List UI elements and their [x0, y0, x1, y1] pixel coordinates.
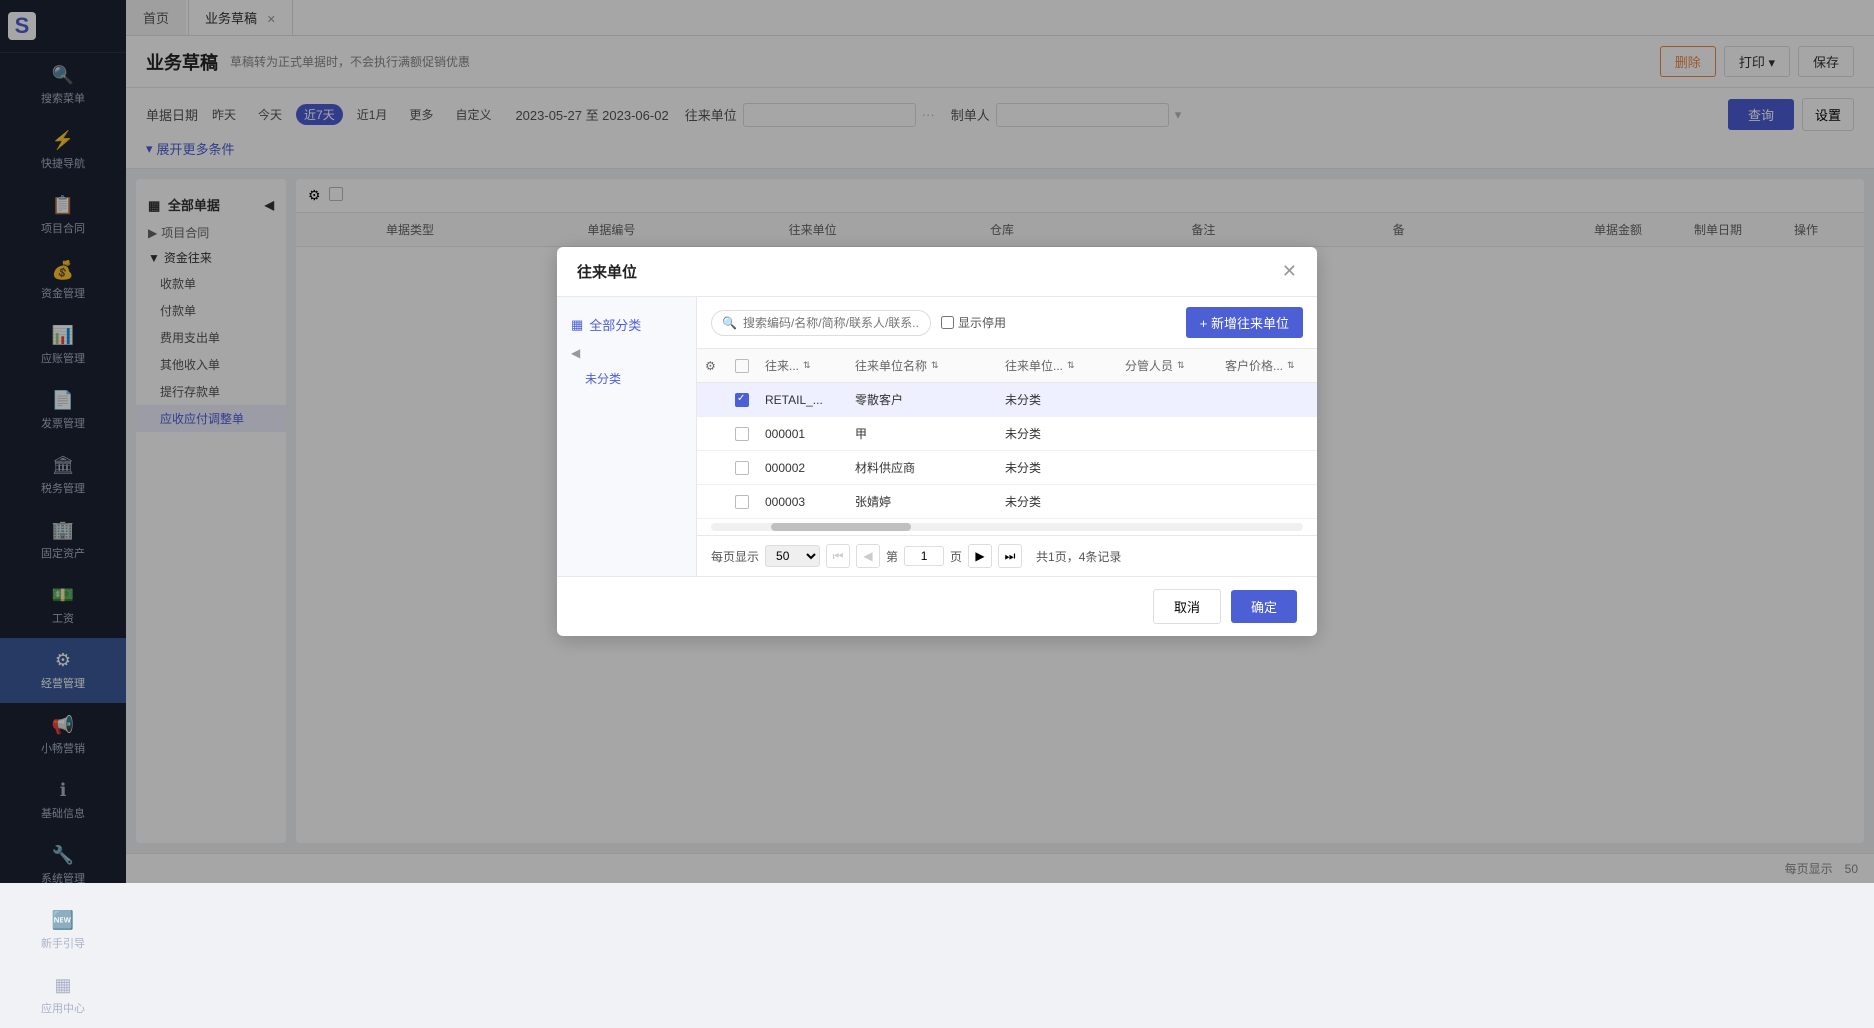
row3-check[interactable]	[727, 451, 757, 484]
row1-name: 零散客户	[847, 383, 997, 416]
per-page-label: 每页显示	[711, 548, 759, 565]
new-partner-button[interactable]: + 新增往来单位	[1186, 307, 1303, 338]
dialog-table: ⚙ 往来... ⇅ 往来单位名称 ⇅ 往来单位... ⇅	[697, 349, 1317, 519]
total-records: 共1页，4条记录	[1036, 548, 1121, 565]
row3-name: 材料供应商	[847, 451, 997, 484]
dialog-th-name: 往来单位名称 ⇅	[847, 349, 997, 382]
sort-icon-cat: ⇅	[1067, 360, 1075, 371]
dialog-footer: 取消 确定	[557, 576, 1317, 636]
row4-price	[1217, 485, 1317, 518]
sort-icon-name: ⇅	[931, 360, 939, 371]
row1-category: 未分类	[997, 383, 1117, 416]
row1-check[interactable]	[727, 383, 757, 416]
search-icon: 🔍	[722, 316, 737, 330]
dialog-header: 往来单位 ✕	[557, 247, 1317, 297]
dialog-th-category: 往来单位... ⇅	[997, 349, 1117, 382]
sidebar-item-guide-label: 新手引导	[41, 935, 85, 951]
table-row[interactable]: 000001 甲 未分类	[697, 417, 1317, 451]
dialog-close-button[interactable]: ✕	[1282, 261, 1297, 282]
table-row[interactable]: 000002 材料供应商 未分类	[697, 451, 1317, 485]
row3-category: 未分类	[997, 451, 1117, 484]
dialog-search-container: 🔍	[711, 310, 931, 336]
row2-name: 甲	[847, 417, 997, 450]
row1-price	[1217, 383, 1317, 416]
dialog-search-bar: 🔍 显示停用 + 新增往来单位	[697, 297, 1317, 349]
row4-check[interactable]	[727, 485, 757, 518]
sidebar-item-guide[interactable]: 🆕 新手引导	[0, 898, 126, 963]
collapse-left-icon[interactable]: ◀	[571, 346, 580, 360]
row3-price	[1217, 451, 1317, 484]
page-label: 第	[886, 548, 898, 565]
dialog-th-code: 往来... ⇅	[757, 349, 847, 382]
dialog-table-header: ⚙ 往来... ⇅ 往来单位名称 ⇅ 往来单位... ⇅	[697, 349, 1317, 383]
next-page-btn[interactable]: ▶	[968, 544, 992, 568]
row2-price	[1217, 417, 1317, 450]
row4-category: 未分类	[997, 485, 1117, 518]
dialog-title: 往来单位	[577, 261, 637, 282]
row2-settings	[697, 417, 727, 450]
show-disabled-label[interactable]: 显示停用	[941, 314, 1006, 331]
dialog-left-unclassified[interactable]: 未分类	[557, 364, 696, 393]
guide-icon: 🆕	[52, 910, 74, 931]
row4-name: 张婧婷	[847, 485, 997, 518]
sidebar-item-appcenter-label: 应用中心	[41, 1000, 85, 1016]
sort-icon-mgr: ⇅	[1177, 360, 1185, 371]
dialog-body: ▦ 全部分类 ◀ 未分类 🔍	[557, 297, 1317, 576]
row2-check[interactable]	[727, 417, 757, 450]
partner-dialog: 往来单位 ✕ ▦ 全部分类 ◀ 未分类	[557, 247, 1317, 636]
dialog-th-settings: ⚙	[697, 349, 727, 382]
row3-code: 000002	[757, 451, 847, 484]
dialog-left-panel: ▦ 全部分类 ◀ 未分类	[557, 297, 697, 576]
last-page-btn[interactable]: ⏭	[998, 544, 1022, 568]
dialog-left-all[interactable]: ▦ 全部分类	[557, 307, 696, 342]
confirm-button[interactable]: 确定	[1231, 590, 1297, 623]
dialog-overlay: 往来单位 ✕ ▦ 全部分类 ◀ 未分类	[0, 0, 1874, 883]
dialog-th-manager: 分管人员 ⇅	[1117, 349, 1217, 382]
table-row[interactable]: RETAIL_... 零散客户 未分类	[697, 383, 1317, 417]
cancel-button[interactable]: 取消	[1153, 589, 1221, 624]
row2-manager	[1117, 417, 1217, 450]
dialog-search-input[interactable]	[743, 316, 918, 330]
dialog-pagination: 每页显示 50 100 200 ⏮ ◀ 第 页 ▶ ⏭ 共1页，4条记录	[697, 535, 1317, 576]
row2-category: 未分类	[997, 417, 1117, 450]
dialog-th-price: 客户价格... ⇅	[1217, 349, 1317, 382]
first-page-btn[interactable]: ⏮	[826, 544, 850, 568]
show-disabled-checkbox[interactable]	[941, 316, 954, 329]
grid-icon-left: ▦	[571, 317, 583, 333]
row4-settings	[697, 485, 727, 518]
row3-manager	[1117, 451, 1217, 484]
prev-page-btn[interactable]: ◀	[856, 544, 880, 568]
scrollbar-thumb[interactable]	[771, 523, 911, 531]
row2-code: 000001	[757, 417, 847, 450]
sidebar-item-appcenter[interactable]: ▦ 应用中心	[0, 963, 126, 1028]
row1-code: RETAIL_...	[757, 383, 847, 416]
table-row[interactable]: 000003 张婧婷 未分类	[697, 485, 1317, 519]
dialog-right-panel: 🔍 显示停用 + 新增往来单位 ⚙ 往来...	[697, 297, 1317, 576]
per-page-select[interactable]: 50 100 200	[765, 545, 820, 567]
page-input[interactable]	[904, 546, 944, 566]
row4-manager	[1117, 485, 1217, 518]
row1-settings	[697, 383, 727, 416]
row1-manager	[1117, 383, 1217, 416]
dialog-th-check	[727, 349, 757, 382]
sort-icon-price: ⇅	[1287, 360, 1295, 371]
row4-code: 000003	[757, 485, 847, 518]
row3-settings	[697, 451, 727, 484]
sort-icon: ⇅	[803, 360, 811, 371]
appcenter-icon: ▦	[54, 975, 71, 996]
horizontal-scrollbar[interactable]	[711, 523, 1303, 531]
page-suffix: 页	[950, 548, 962, 565]
